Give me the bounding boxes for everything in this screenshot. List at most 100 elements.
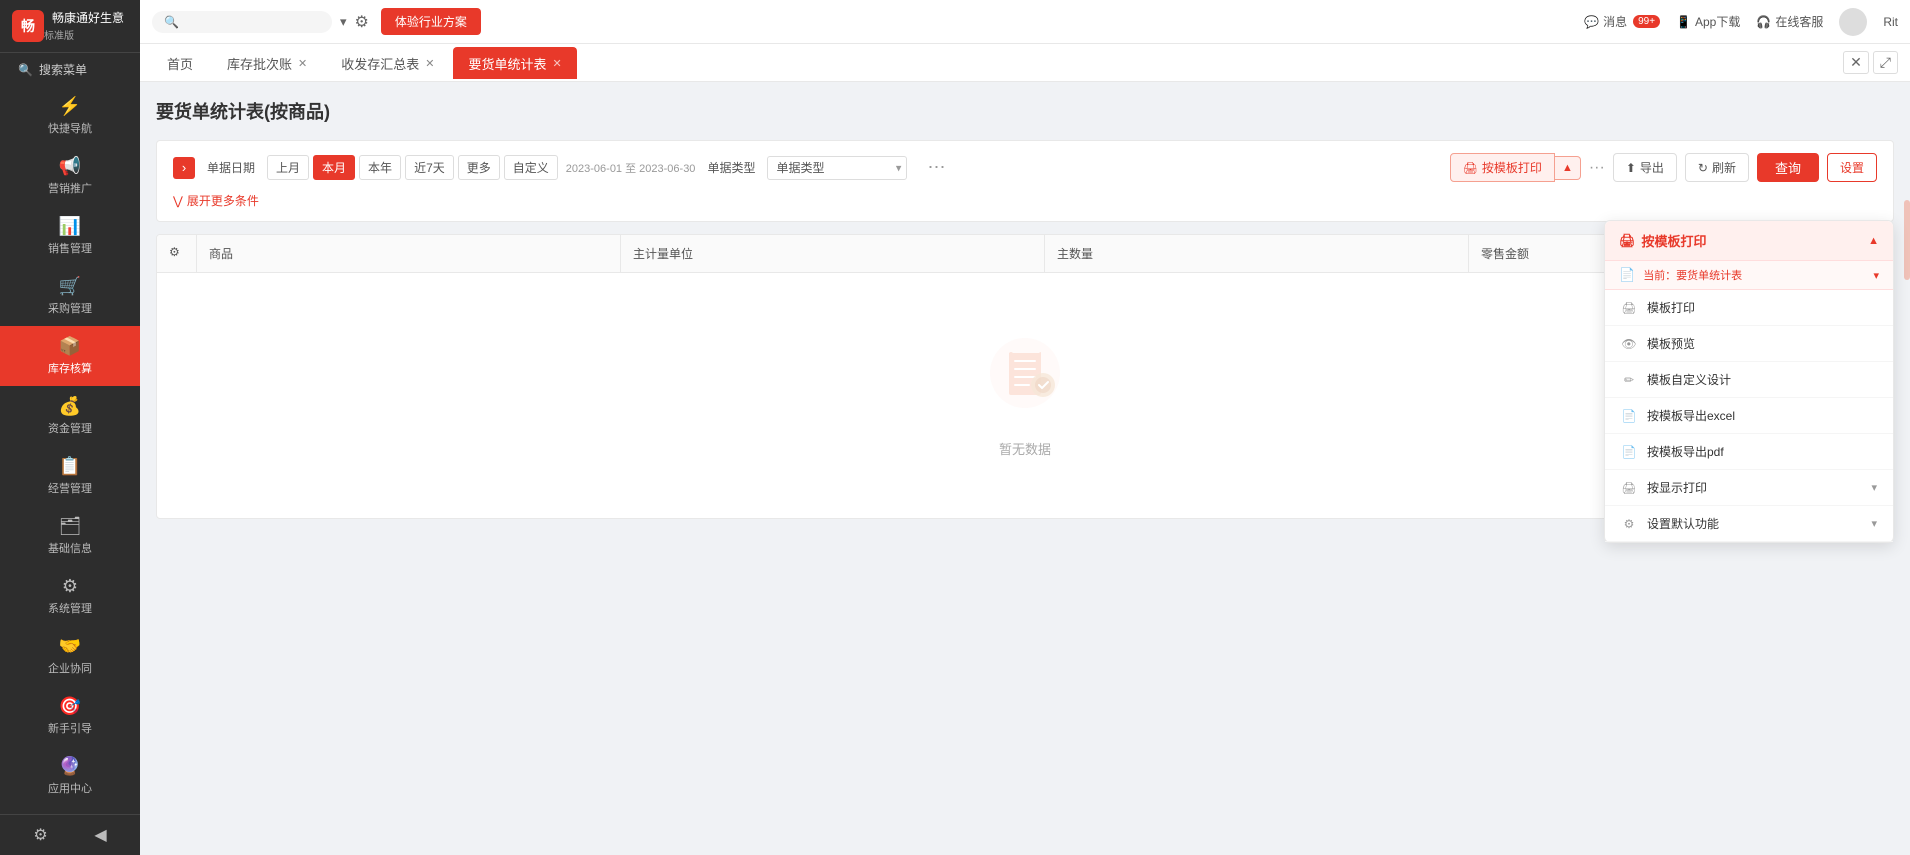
template-design-item[interactable]: ✏ 模板自定义设计	[1605, 362, 1893, 398]
tab-collection-summary[interactable]: 收发存汇总表 ✕	[326, 47, 449, 79]
refresh-btn[interactable]: ↻ 刷新	[1685, 153, 1749, 182]
template-design-label: 模板自定义设计	[1647, 371, 1731, 388]
operation-label: 经营管理	[48, 480, 92, 496]
collapse-btn[interactable]: ◀	[94, 825, 106, 845]
col-gear[interactable]: ⚙	[157, 235, 197, 272]
col-unit: 主计量单位	[621, 235, 1045, 272]
template-preview-icon: 👁	[1621, 337, 1637, 351]
sidebar-item-wechat[interactable]: 💬 企业微信	[0, 806, 140, 814]
current-template-arrow: ▾	[1873, 269, 1879, 282]
tabs-bar: 首页 库存批次账 ✕ 收发存汇总表 ✕ 要货单统计表 ✕ ✕ ⤢	[140, 44, 1910, 82]
date-btn-prev-month[interactable]: 上月	[267, 155, 309, 180]
sidebar-item-sales[interactable]: 📊 销售管理	[0, 206, 140, 266]
page-title: 要货单统计表(按商品)	[156, 98, 1894, 124]
print-dropdown-collapse-btn[interactable]: ▲	[1868, 235, 1879, 247]
export-btn[interactable]: ⬆ 导出	[1613, 153, 1677, 182]
topbar-search[interactable]: 🔍	[152, 11, 332, 33]
sidebar-item-purchase[interactable]: 🛒 采购管理	[0, 266, 140, 326]
filter-collapse-btn[interactable]: ›	[173, 157, 195, 179]
sidebar-item-cooperation[interactable]: 🤝 企业协同	[0, 626, 140, 686]
inventory-label: 库存核算	[48, 360, 92, 376]
settings-bottom-btn[interactable]: ⚙	[33, 825, 47, 845]
expand-conditions-btn[interactable]: ⋁ 展开更多条件	[173, 192, 1877, 209]
sidebar-item-app-center[interactable]: 🔮 应用中心	[0, 746, 140, 806]
scrollbar-indicator[interactable]	[1904, 200, 1910, 280]
marketing-icon: 📢	[59, 156, 81, 177]
date-btn-last7days[interactable]: 近7天	[405, 155, 454, 180]
trial-btn[interactable]: 体验行业方案	[381, 8, 481, 35]
filter-more-options[interactable]: ⋯	[927, 157, 945, 178]
tab-inventory-batch-close[interactable]: ✕	[298, 57, 307, 70]
print-icon: 🖨	[1463, 161, 1478, 175]
template-export-excel-icon: 📄	[1621, 409, 1637, 423]
topbar-dropdown-arrow[interactable]: ▾	[340, 14, 347, 30]
quick-nav-icon: ⚡	[59, 96, 81, 117]
tab-collection-summary-close[interactable]: ✕	[425, 57, 434, 70]
sidebar-item-marketing[interactable]: 📢 营销推广	[0, 146, 140, 206]
default-func-item[interactable]: ⚙ 设置默认功能 ▾	[1605, 506, 1893, 542]
filter-row: › 单据日期 上月 本月 本年 近7天 更多 自定义 2023-06-01 至 …	[173, 153, 1877, 182]
system-label: 系统管理	[48, 600, 92, 616]
search-menu-label: 搜索菜单	[39, 61, 87, 78]
tab-inventory-batch-label: 库存批次账	[227, 54, 292, 73]
online-service-btn[interactable]: 🎧 在线客服	[1756, 13, 1823, 30]
app-logo: 畅 畅康通好生意 标准版	[0, 0, 140, 53]
app-download-btn[interactable]: 📱 App下载	[1676, 13, 1740, 30]
template-print-icon: 🖨	[1621, 301, 1637, 315]
col-quantity: 主数量	[1045, 235, 1469, 272]
sidebar-item-finance[interactable]: 💰 资金管理	[0, 386, 140, 446]
close-all-tabs-btn[interactable]: ✕	[1843, 51, 1869, 74]
empty-icon	[985, 333, 1065, 427]
message-btn[interactable]: 💬 消息 99+	[1584, 13, 1660, 30]
toolbar-more-icon[interactable]: ···	[1589, 159, 1605, 177]
display-print-item[interactable]: 🖨 按显示打印 ▾	[1605, 470, 1893, 506]
topbar-right: 💬 消息 99+ 📱 App下载 🎧 在线客服 Rit	[1584, 8, 1898, 36]
topbar-gear-icon[interactable]: ⚙	[355, 12, 369, 32]
user-avatar[interactable]	[1839, 8, 1867, 36]
order-type-select[interactable]: 单据类型	[767, 156, 907, 180]
date-btn-this-month[interactable]: 本月	[313, 155, 355, 180]
logo-text-group: 畅康通好生意 标准版	[44, 10, 124, 42]
username[interactable]: Rit	[1883, 15, 1898, 29]
sidebar-item-inventory[interactable]: 📦 库存核算	[0, 326, 140, 386]
app-center-label: 应用中心	[48, 780, 92, 796]
template-export-pdf-item[interactable]: 📄 按模板导出pdf	[1605, 434, 1893, 470]
sales-label: 销售管理	[48, 240, 92, 256]
tab-inventory-batch[interactable]: 库存批次账 ✕	[212, 47, 322, 79]
tab-order-stats[interactable]: 要货单统计表 ✕	[453, 47, 576, 79]
purchase-icon: 🛒	[59, 276, 81, 297]
date-label: 单据日期	[207, 159, 255, 176]
template-preview-item[interactable]: 👁 模板预览	[1605, 326, 1893, 362]
print-dropdown-title-icon: 🖨	[1619, 233, 1636, 249]
current-template-row[interactable]: 📄 当前：要货单统计表 ▾	[1605, 261, 1893, 290]
template-print-label: 模板打印	[1647, 299, 1695, 316]
sidebar-item-guide[interactable]: 🎯 新手引导	[0, 686, 140, 746]
system-icon: ⚙	[62, 576, 78, 597]
print-template-btn[interactable]: 🖨 按模板打印	[1450, 153, 1555, 182]
sidebar-item-system[interactable]: ⚙ 系统管理	[0, 566, 140, 626]
sidebar-item-quick-nav[interactable]: ⚡ 快捷导航	[0, 86, 140, 146]
search-menu[interactable]: 🔍 搜索菜单	[0, 53, 140, 86]
maximize-btn[interactable]: ⤢	[1873, 51, 1898, 74]
template-print-item[interactable]: 🖨 模板打印	[1605, 290, 1893, 326]
sales-icon: 📊	[59, 216, 81, 237]
date-btn-more[interactable]: 更多	[458, 155, 500, 180]
sidebar-item-operation[interactable]: 📋 经营管理	[0, 446, 140, 506]
marketing-label: 营销推广	[48, 180, 92, 196]
tab-order-stats-close[interactable]: ✕	[553, 57, 562, 70]
tab-home[interactable]: 首页	[152, 47, 208, 79]
guide-label: 新手引导	[48, 720, 92, 736]
guide-icon: 🎯	[59, 696, 81, 717]
date-btn-this-year[interactable]: 本年	[359, 155, 401, 180]
sidebar-item-basic[interactable]: 🗂 基础信息	[0, 506, 140, 566]
template-export-excel-item[interactable]: 📄 按模板导出excel	[1605, 398, 1893, 434]
date-btn-custom[interactable]: 自定义	[504, 155, 558, 180]
empty-text: 暂无数据	[999, 439, 1051, 458]
tab-order-stats-label: 要货单统计表	[468, 54, 546, 73]
query-btn[interactable]: 查询	[1757, 153, 1819, 182]
message-icon: 💬	[1584, 15, 1599, 29]
cooperation-icon: 🤝	[59, 636, 81, 657]
export-icon: ⬆	[1626, 161, 1636, 175]
print-template-arrow-btn[interactable]: ▲	[1555, 156, 1581, 180]
settings-btn[interactable]: 设置	[1827, 153, 1877, 182]
